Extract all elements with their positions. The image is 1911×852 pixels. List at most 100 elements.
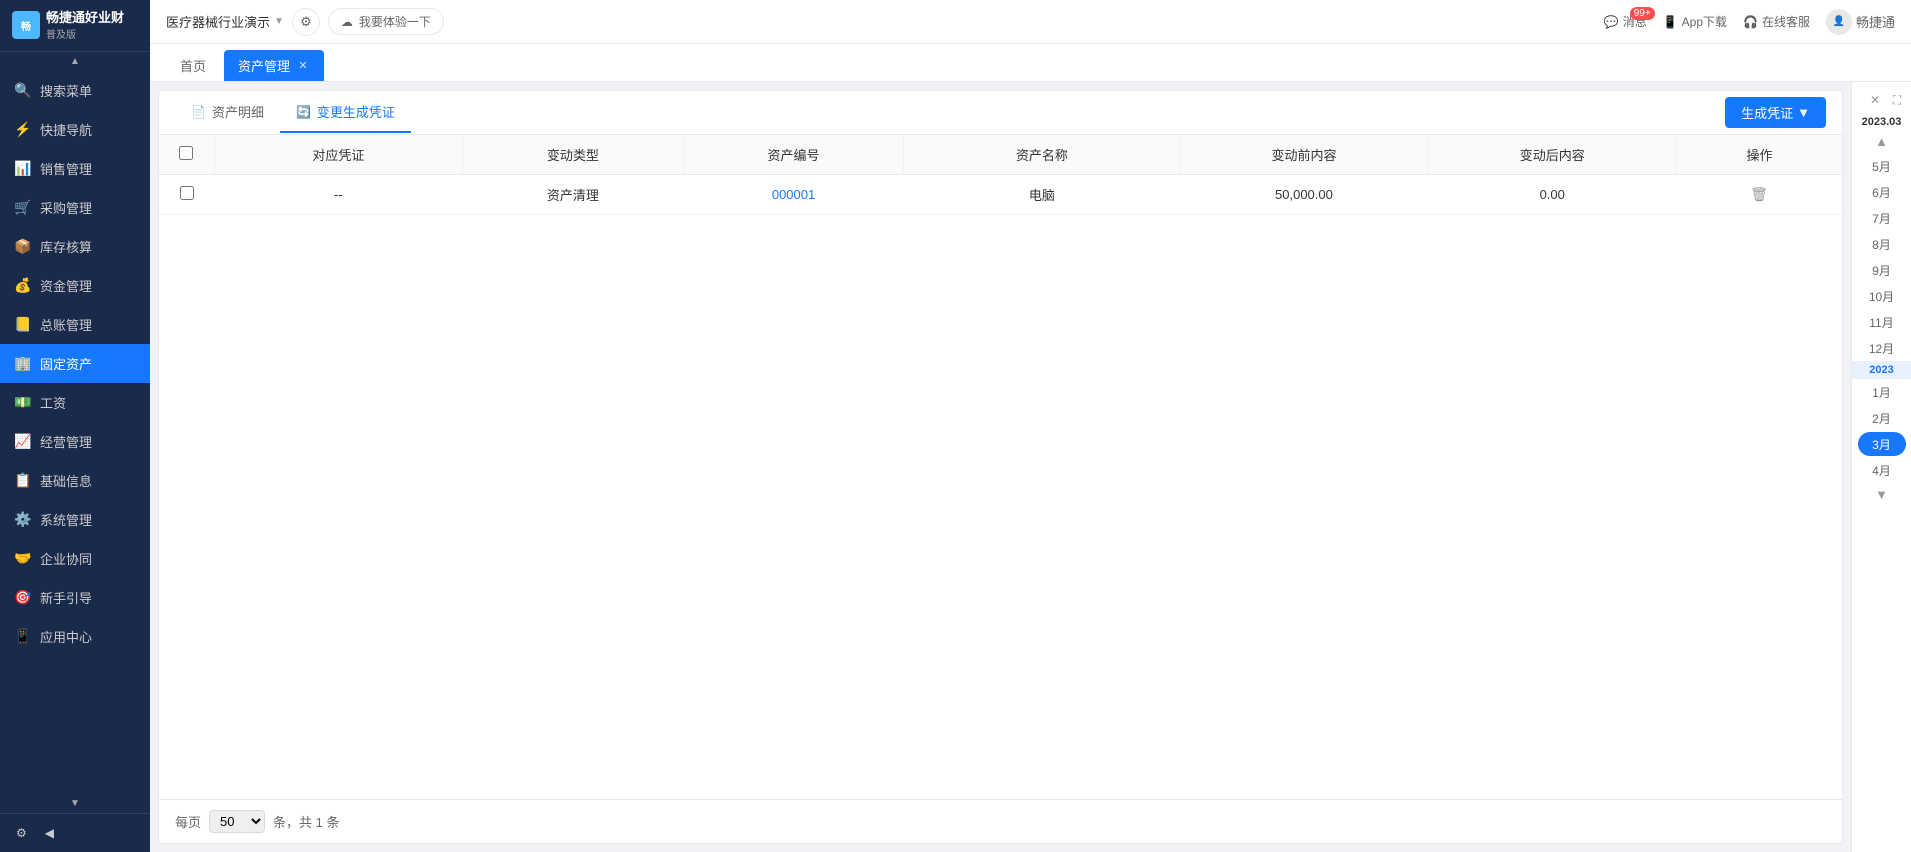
search-icon: 🔍	[14, 82, 32, 99]
sidebar-item-quicknav[interactable]: ⚡ 快捷导航	[0, 110, 150, 149]
sidebar-item-assets[interactable]: 🏢 固定资产	[0, 344, 150, 383]
experience-button[interactable]: ☁ 我要体验一下	[328, 8, 444, 35]
table-header-change-type: 变动类型	[462, 135, 683, 175]
month-item-6[interactable]: 6月	[1858, 180, 1906, 204]
sidebar-footer: ⚙ ◀	[0, 813, 150, 852]
sales-icon: 📊	[14, 160, 32, 177]
header-right: 💬 消息 99+ 📱 App下载 🎧 在线客服 👤 畅捷通	[1604, 9, 1895, 35]
headset-icon: 🎧	[1743, 15, 1758, 29]
support-button[interactable]: 🎧 在线客服	[1743, 13, 1810, 30]
row-checkbox-cell	[159, 175, 214, 215]
month-item-feb[interactable]: 2月	[1858, 406, 1906, 430]
sidebar-scroll-down[interactable]: ▼	[0, 794, 150, 813]
sidebar-item-apps[interactable]: 📱 应用中心	[0, 617, 150, 656]
quicknav-icon: ⚡	[14, 121, 32, 138]
sidebar-item-payroll[interactable]: 💵 工资	[0, 383, 150, 422]
table-header-after-content: 变动后内容	[1428, 135, 1676, 175]
row-change-type: 资产清理	[462, 175, 683, 215]
gear-icon: ⚙	[300, 14, 312, 30]
main-area: 医疗器械行业演示 ▼ ⚙ ☁ 我要体验一下 💬 消息 99+ 📱 App下载	[150, 0, 1911, 852]
company-selector[interactable]: 医疗器械行业演示 ▼	[166, 12, 284, 31]
payroll-icon: 💵	[14, 394, 32, 411]
table-row: -- 资产清理 000001 电脑	[159, 175, 1842, 215]
tab-close-icon[interactable]: ✕	[296, 59, 310, 73]
ledger-icon: 📒	[14, 316, 32, 333]
data-table: 对应凭证 变动类型 资产编号 资产名称	[159, 135, 1842, 215]
row-voucher: --	[214, 175, 462, 215]
select-all-checkbox[interactable]	[179, 146, 193, 160]
sidebar-item-sales[interactable]: 📊 销售管理	[0, 149, 150, 188]
chevron-down-icon: ▼	[1797, 105, 1810, 120]
table-header-action: 操作	[1676, 135, 1842, 175]
funds-icon: 💰	[14, 277, 32, 294]
tab-bar: 首页 资产管理 ✕	[150, 44, 1911, 82]
sidebar-item-search[interactable]: 🔍 搜索菜单	[0, 71, 150, 110]
delete-button[interactable]: 🗑	[1744, 184, 1774, 204]
change-icon: 🔄	[296, 105, 311, 119]
panel-scroll-up[interactable]: ▲	[1852, 130, 1911, 153]
year-label: 2023.03	[1858, 110, 1906, 130]
month-item-apr[interactable]: 4月	[1858, 458, 1906, 482]
sidebar-item-ledger[interactable]: 📒 总账管理	[0, 305, 150, 344]
sub-tabs-left: 📄 资产明细 🔄 变更生成凭证	[175, 92, 411, 133]
row-asset-name: 电脑	[904, 175, 1180, 215]
logo-icon: 畅	[12, 11, 40, 39]
table-header-asset-code: 资产编号	[683, 135, 904, 175]
management-icon: 📈	[14, 433, 32, 450]
collapse-icon: ◀	[45, 826, 54, 840]
collapse-button[interactable]: ◀	[39, 822, 60, 844]
sub-tabs: 📄 资产明细 🔄 变更生成凭证 生成凭证 ▼	[159, 91, 1842, 135]
sidebar-item-management[interactable]: 📈 经营管理	[0, 422, 150, 461]
row-asset-code: 000001	[683, 175, 904, 215]
content-main: 📄 资产明细 🔄 变更生成凭证 生成凭证 ▼	[158, 90, 1843, 844]
sidebar-item-basic[interactable]: 📋 基础信息	[0, 461, 150, 500]
sub-tab-asset-detail[interactable]: 📄 资产明细	[175, 92, 280, 133]
month-item-9[interactable]: 9月	[1858, 258, 1906, 282]
app-download-button[interactable]: 📱 App下载	[1663, 13, 1727, 30]
header-settings-button[interactable]: ⚙	[292, 8, 320, 36]
month-item-8[interactable]: 8月	[1858, 232, 1906, 256]
panel-close-button[interactable]: ✕	[1865, 90, 1885, 110]
month-item-11[interactable]: 11月	[1858, 310, 1906, 334]
sidebar-item-inventory[interactable]: 📦 库存核算	[0, 227, 150, 266]
tab-asset-mgmt[interactable]: 资产管理 ✕	[224, 50, 324, 81]
row-action: 🗑	[1676, 175, 1842, 215]
sidebar-logo: 畅 畅捷通好业财 普及版	[0, 0, 150, 52]
panel-expand-button[interactable]: ⛶	[1887, 90, 1907, 110]
year-2023-label: 2023	[1852, 361, 1911, 379]
right-panel: ✕ ⛶ 2023.03 ▲ 5月 6月 7月 8月 9月 10月 11月 12月…	[1851, 82, 1911, 852]
system-icon: ⚙️	[14, 511, 32, 528]
purchase-icon: 🛒	[14, 199, 32, 216]
generate-voucher-button[interactable]: 生成凭证 ▼	[1725, 97, 1826, 128]
month-item-12[interactable]: 12月	[1858, 336, 1906, 360]
user-info[interactable]: 👤 畅捷通	[1826, 9, 1895, 35]
month-item-5[interactable]: 5月	[1858, 154, 1906, 178]
panel-header: ✕ ⛶	[1852, 86, 1911, 110]
settings-icon: ⚙	[16, 826, 27, 840]
month-item-7[interactable]: 7月	[1858, 206, 1906, 230]
month-item-mar[interactable]: 3月	[1858, 432, 1906, 456]
sidebar-item-enterprise[interactable]: 🤝 企业协同	[0, 539, 150, 578]
settings-button[interactable]: ⚙	[10, 822, 33, 844]
table-header-before-content: 变动前内容	[1180, 135, 1428, 175]
panel-scroll-down[interactable]: ▼	[1852, 483, 1911, 506]
sub-tab-change-voucher[interactable]: 🔄 变更生成凭证	[280, 92, 411, 133]
table-container: 对应凭证 变动类型 资产编号 资产名称	[159, 135, 1842, 799]
month-item-jan[interactable]: 1月	[1858, 380, 1906, 404]
sidebar-item-purchase[interactable]: 🛒 采购管理	[0, 188, 150, 227]
page-size-select[interactable]: 10 20 50 100	[209, 810, 265, 833]
month-item-10[interactable]: 10月	[1858, 284, 1906, 308]
basic-icon: 📋	[14, 472, 32, 489]
tab-home[interactable]: 首页	[166, 50, 220, 81]
sidebar-item-funds[interactable]: 💰 资金管理	[0, 266, 150, 305]
row-checkbox[interactable]	[180, 186, 194, 200]
guide-icon: 🎯	[14, 589, 32, 606]
inventory-icon: 📦	[14, 238, 32, 255]
sidebar-scroll-up[interactable]: ▲	[0, 52, 150, 71]
chevron-down-icon: ▼	[274, 16, 284, 27]
messages-button[interactable]: 💬 消息 99+	[1604, 13, 1647, 30]
sidebar-item-guide[interactable]: 🎯 新手引导	[0, 578, 150, 617]
assets-icon: 🏢	[14, 355, 32, 372]
sidebar-item-system[interactable]: ⚙️ 系统管理	[0, 500, 150, 539]
table-header-voucher: 对应凭证	[214, 135, 462, 175]
